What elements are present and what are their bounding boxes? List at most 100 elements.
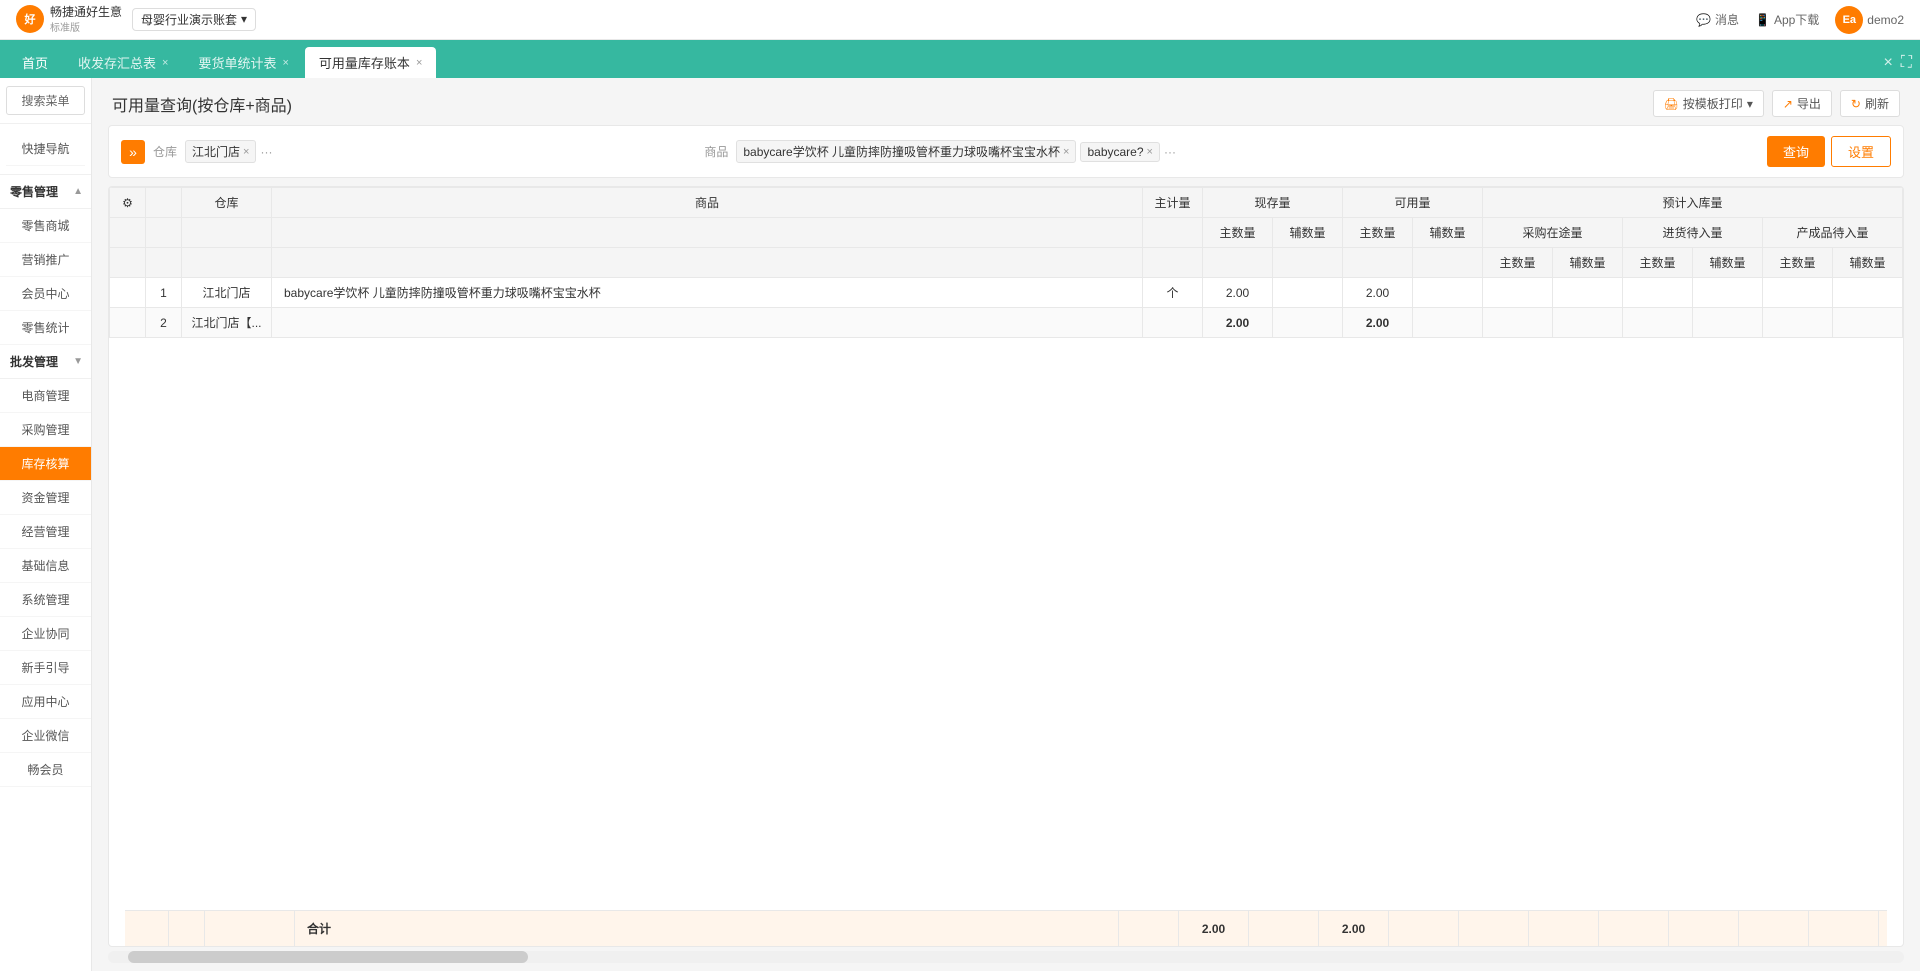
app-download-btn[interactable]: 📱 App下载 bbox=[1755, 11, 1819, 28]
user-area[interactable]: Ea demo2 bbox=[1835, 6, 1904, 34]
search-menu-btn[interactable]: 搜索菜单 bbox=[6, 86, 85, 115]
chevron-up-icon: ▲ bbox=[73, 186, 83, 197]
sidebar-item-wechat[interactable]: 企业微信 bbox=[0, 719, 91, 753]
phone-icon: 📱 bbox=[1755, 13, 1770, 27]
footer-summary-label: 合计 bbox=[295, 911, 1119, 946]
footer-production-aux bbox=[1809, 911, 1879, 946]
cell-product-1: babycare学饮杯 儿童防摔防撞吸管杯重力球吸嘴杯宝宝水杯 bbox=[272, 278, 1143, 308]
product-label: 商品 bbox=[704, 143, 728, 160]
message-label: 消息 bbox=[1715, 11, 1739, 28]
col-subheader-unit bbox=[1143, 218, 1203, 248]
cell-stock-main-2: 2.00 bbox=[1203, 308, 1273, 338]
refresh-btn[interactable]: ↻ 刷新 bbox=[1840, 90, 1900, 117]
col-header-settings[interactable]: ⚙ bbox=[110, 188, 146, 218]
sidebar-item-marketing[interactable]: 营销推广 bbox=[0, 243, 91, 277]
footer-incoming-aux bbox=[1669, 911, 1739, 946]
scroll-thumb[interactable] bbox=[128, 951, 528, 963]
export-icon: ↗ bbox=[1783, 97, 1793, 111]
message-btn[interactable]: 💬 消息 bbox=[1696, 11, 1739, 28]
tab-available[interactable]: 可用量库存账本 × bbox=[305, 47, 436, 78]
col-subheader-avail-main: 主数量 bbox=[1343, 218, 1413, 248]
table-wrapper: ⚙ 仓库 商品 主计量 现存量 可用量 预计入库量 bbox=[108, 186, 1904, 947]
tab-order-stats-close[interactable]: × bbox=[282, 57, 288, 69]
col-header-warehouse: 仓库 bbox=[182, 188, 272, 218]
cell-warehouse-2: 江北门店【... bbox=[182, 308, 272, 338]
page-title: 可用量查询(按仓库+商品) bbox=[112, 92, 292, 116]
table-scroll[interactable]: ⚙ 仓库 商品 主计量 现存量 可用量 预计入库量 bbox=[109, 187, 1903, 910]
cell-product-2 bbox=[272, 308, 1143, 338]
print-btn[interactable]: 🖨 按模板打印 ▾ bbox=[1653, 90, 1764, 117]
product-tag-1[interactable]: babycare学饮杯 儿童防摔防撞吸管杯重力球吸嘴杯宝宝水杯 × bbox=[736, 140, 1076, 163]
product-tags-area: babycare学饮杯 儿童防摔防撞吸管杯重力球吸嘴杯宝宝水杯 × babyca… bbox=[736, 140, 1759, 163]
filter-toggle-btn[interactable]: » bbox=[121, 140, 145, 164]
sidebar-item-inventory[interactable]: 库存核算 bbox=[0, 447, 91, 481]
sidebar-item-ecommerce[interactable]: 电商管理 bbox=[0, 379, 91, 413]
warehouse-tag[interactable]: 江北门店 × bbox=[185, 140, 256, 163]
sidebar-item-finance[interactable]: 资金管理 bbox=[0, 481, 91, 515]
export-btn[interactable]: ↗ 导出 bbox=[1772, 90, 1832, 117]
cell-stock-main-1: 2.00 bbox=[1203, 278, 1273, 308]
sidebar-item-app-center[interactable]: 应用中心 bbox=[0, 685, 91, 719]
warehouse-tag-close[interactable]: × bbox=[243, 146, 249, 158]
sidebar-group-wholesale-header[interactable]: 批发管理 ▼ bbox=[0, 345, 91, 379]
col-l3-purchase-aux: 辅数量 bbox=[1553, 248, 1623, 278]
col-l3-incoming-aux: 辅数量 bbox=[1693, 248, 1763, 278]
footer-avail-main: 2.00 bbox=[1319, 911, 1389, 946]
tab-summary[interactable]: 收发存汇总表 × bbox=[64, 47, 182, 78]
col-header-stock-group: 现存量 bbox=[1203, 188, 1343, 218]
sidebar-item-members[interactable]: 会员中心 bbox=[0, 277, 91, 311]
footer-summary: 合计 2.00 2.00 bbox=[125, 910, 1887, 946]
tab-available-label: 可用量库存账本 bbox=[319, 53, 410, 72]
col-l3-product bbox=[272, 248, 1143, 278]
cell-purchase-main-1 bbox=[1483, 278, 1553, 308]
sidebar-item-guide[interactable]: 新手引导 bbox=[0, 651, 91, 685]
refresh-icon: ↻ bbox=[1851, 97, 1861, 111]
tab-order-stats[interactable]: 要货单统计表 × bbox=[184, 47, 302, 78]
tab-available-close[interactable]: × bbox=[416, 57, 422, 69]
sidebar-group-retail-label: 零售管理 bbox=[10, 183, 58, 200]
settings-icon: ⚙ bbox=[122, 196, 133, 210]
sidebar-item-enterprise[interactable]: 企业协同 bbox=[0, 617, 91, 651]
filter-area: » 仓库 江北门店 × ··· 商品 babycare学饮杯 儿童防摔防撞吸管杯… bbox=[108, 125, 1904, 178]
footer-warehouse-cell bbox=[205, 911, 295, 946]
chevron-down-icon: ▾ bbox=[241, 12, 247, 26]
horizontal-scrollbar[interactable] bbox=[108, 951, 1904, 963]
warehouse-more-btn[interactable]: ··· bbox=[260, 145, 272, 159]
sidebar-group-retail-header[interactable]: 零售管理 ▲ bbox=[0, 175, 91, 209]
sidebar-item-operations[interactable]: 经营管理 bbox=[0, 515, 91, 549]
sidebar-item-retail-stats[interactable]: 零售统计 bbox=[0, 311, 91, 345]
footer-stock-aux bbox=[1249, 911, 1319, 946]
sidebar-item-quicknav[interactable]: 快捷导航 bbox=[6, 132, 85, 166]
product-tag-1-close[interactable]: × bbox=[1063, 146, 1069, 158]
cell-avail-main-1: 2.00 bbox=[1343, 278, 1413, 308]
cell-purchase-aux-2 bbox=[1553, 308, 1623, 338]
query-btn[interactable]: 查询 bbox=[1767, 136, 1825, 167]
product-tag-2[interactable]: babycare? × bbox=[1080, 142, 1159, 162]
table-row: 1 江北门店 babycare学饮杯 儿童防摔防撞吸管杯重力球吸嘴杯宝宝水杯 个… bbox=[110, 278, 1903, 308]
warehouse-tag-text: 江北门店 bbox=[192, 143, 240, 160]
cell-production-main-1 bbox=[1763, 278, 1833, 308]
sidebar-item-member[interactable]: 畅会员 bbox=[0, 753, 91, 787]
store-selector[interactable]: 母婴行业演示账套 ▾ bbox=[132, 8, 256, 31]
cell-settings-1 bbox=[110, 278, 146, 308]
settings-btn[interactable]: 设置 bbox=[1831, 136, 1891, 167]
user-name: demo2 bbox=[1867, 13, 1904, 27]
product-more-btn[interactable]: ··· bbox=[1164, 145, 1176, 159]
product-tag-2-close[interactable]: × bbox=[1147, 146, 1153, 158]
col-subheader-stock-main: 主数量 bbox=[1203, 218, 1273, 248]
cell-production-aux-1 bbox=[1833, 278, 1903, 308]
sidebar-item-basic-info[interactable]: 基础信息 bbox=[0, 549, 91, 583]
footer-stock-main: 2.00 bbox=[1179, 911, 1249, 946]
window-close-icon[interactable]: × bbox=[1883, 54, 1892, 72]
col-header-no bbox=[146, 188, 182, 218]
tab-home[interactable]: 首页 bbox=[8, 47, 62, 78]
sidebar-item-system[interactable]: 系统管理 bbox=[0, 583, 91, 617]
sidebar-item-purchase[interactable]: 采购管理 bbox=[0, 413, 91, 447]
window-max-icon[interactable]: ⛶ bbox=[1901, 54, 1912, 72]
sidebar-item-retail-mall[interactable]: 零售商城 bbox=[0, 209, 91, 243]
col-l3-stock-main bbox=[1203, 248, 1273, 278]
main-layout: 搜索菜单 快捷导航 零售管理 ▲ 零售商城 营销推广 会员中心 零售统计 批发管… bbox=[0, 78, 1920, 971]
top-bar: 好 畅捷通好生意 标准版 母婴行业演示账套 ▾ 💬 消息 📱 App下载 Ea … bbox=[0, 0, 1920, 40]
cell-incoming-aux-2 bbox=[1693, 308, 1763, 338]
tab-summary-close[interactable]: × bbox=[162, 57, 168, 69]
